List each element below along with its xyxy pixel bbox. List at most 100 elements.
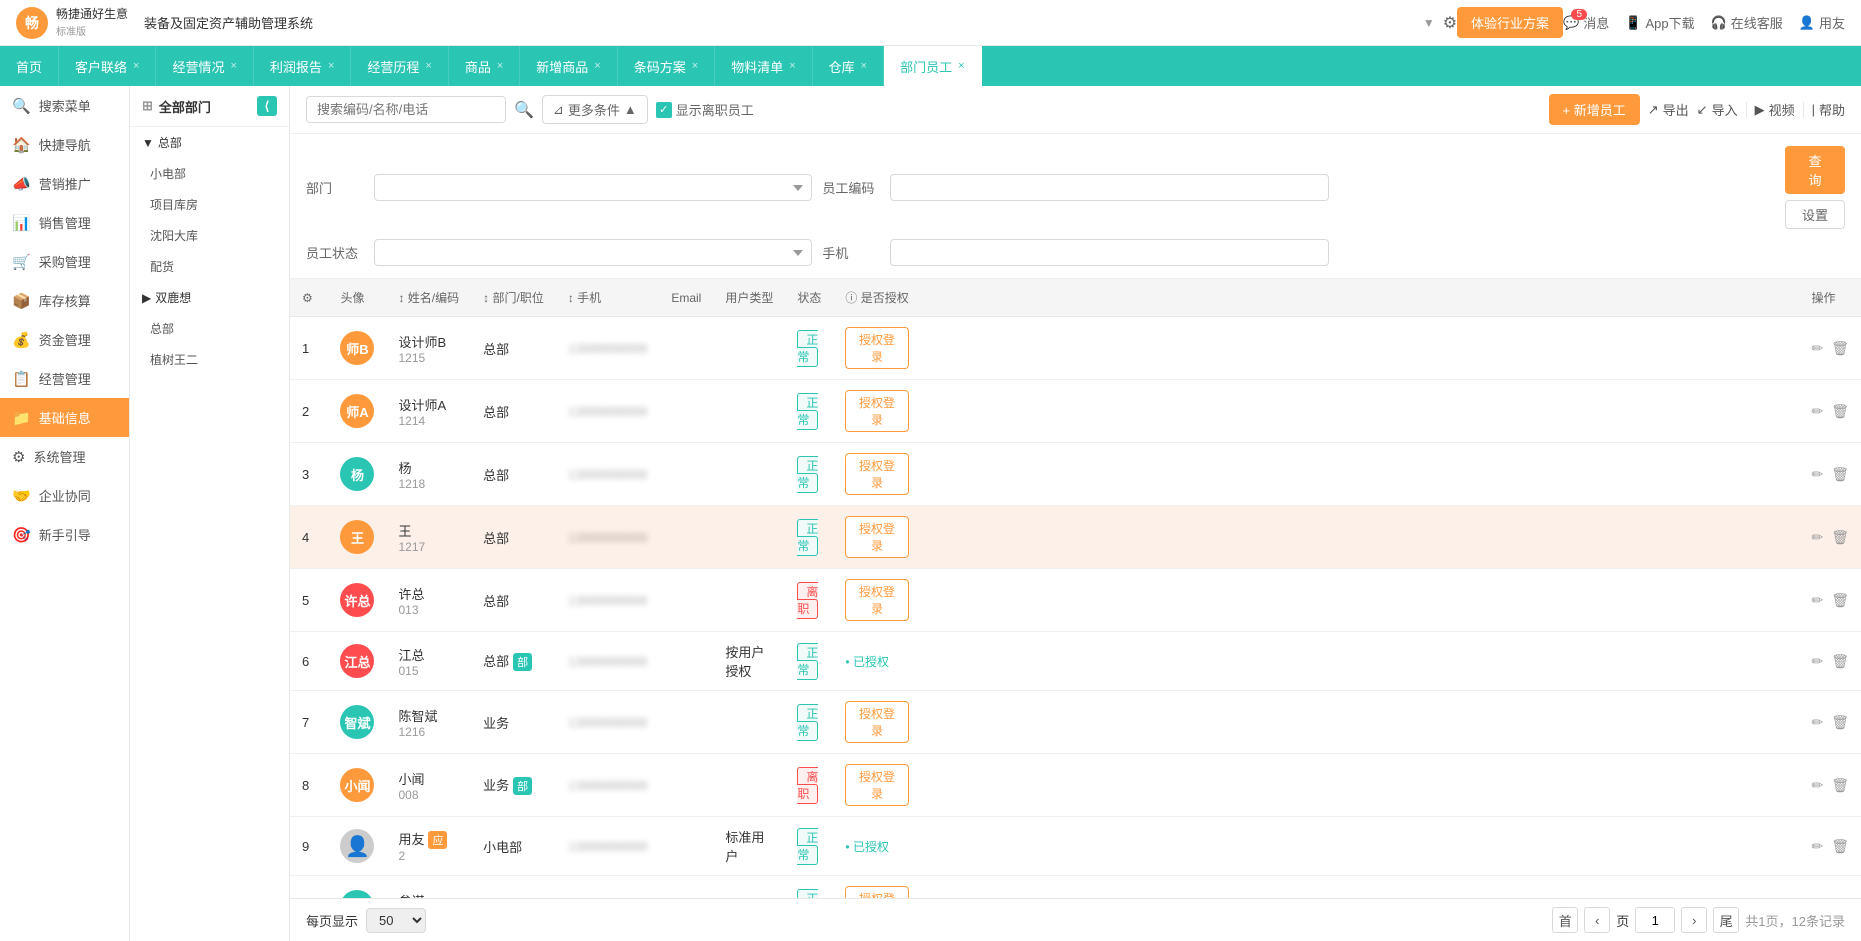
close-tab-bom[interactable]: × [789,60,795,72]
sidebar-item-system[interactable]: ⚙ 系统管理 [0,437,129,476]
query-button[interactable]: 查询 [1785,146,1845,194]
dept-item-xiaodian[interactable]: 小电部 [130,158,289,189]
delete-icon[interactable]: 🗑 [1831,340,1849,357]
edit-icon[interactable]: ✏ [1811,340,1823,357]
sidebar-item-sales[interactable]: 📊 销售管理 [0,203,129,242]
tab-operation[interactable]: 经营情况 × [156,46,253,86]
sidebar-item-marketing[interactable]: 📣 营销推广 [0,164,129,203]
search-input[interactable] [306,96,506,123]
gear-icon[interactable]: ⚙ [1443,13,1457,33]
edit-icon[interactable]: ✏ [1811,466,1823,483]
delete-icon[interactable]: 🗑 [1831,838,1849,855]
close-tab-customer[interactable]: × [133,60,139,72]
reset-button[interactable]: 设置 [1785,200,1845,229]
tab-barcode[interactable]: 条码方案 × [618,46,715,86]
col-name[interactable]: ↕ 姓名/编码 [386,279,471,317]
add-employee-button[interactable]: + 新增员工 [1549,94,1640,125]
sidebar-item-finance[interactable]: 💰 资金管理 [0,320,129,359]
show-resigned-toggle[interactable]: ✓ 显示离职员工 [656,100,754,119]
import-btn[interactable]: ↙ 导入 [1697,100,1738,119]
auth-login-btn[interactable]: 授权登录 [845,516,908,558]
export-btn[interactable]: ↗ 导出 [1648,100,1689,119]
tab-home[interactable]: 首页 [0,46,59,86]
close-tab-history[interactable]: × [425,60,431,72]
dept-item-zhishu[interactable]: 植树王二 [130,344,289,375]
dept-collapse-btn[interactable]: ⟨ [257,96,277,116]
messages-btn[interactable]: 💬 5 消息 [1563,13,1609,32]
app-download-btn[interactable]: 📱 App下载 [1625,13,1694,32]
page-size-select[interactable]: 50 100 200 [366,908,426,933]
help-btn[interactable]: | 帮助 [1812,100,1845,119]
user-btn[interactable]: 👤 用友 [1799,13,1845,32]
close-tab-goods[interactable]: × [497,60,503,72]
search-button[interactable]: 🔍 [514,100,534,120]
close-tab-operation[interactable]: × [230,60,236,72]
dept-item-project[interactable]: 项目库房 [130,189,289,220]
auth-login-btn[interactable]: 授权登录 [845,579,908,621]
tab-history[interactable]: 经营历程 × [351,46,448,86]
last-page-btn[interactable]: 尾 [1713,907,1739,933]
dept-item-zongbu2[interactable]: 总部 [130,313,289,344]
next-page-btn[interactable]: › [1681,907,1707,933]
auth-login-btn[interactable]: 授权登录 [845,886,908,898]
edit-icon[interactable]: ✏ [1811,403,1823,420]
online-service-btn[interactable]: 🎧 在线客服 [1711,13,1783,32]
resigned-checkbox[interactable]: ✓ [656,102,672,118]
dept-item-peihuo[interactable]: 配货 [130,251,289,282]
tab-profit[interactable]: 利润报告 × [254,46,351,86]
tab-employee[interactable]: 部门员工 × [884,46,981,86]
col-settings[interactable]: ⚙ [290,279,328,317]
phone-filter-input[interactable] [890,239,1328,266]
tab-new-goods[interactable]: 新增商品 × [520,46,617,86]
sidebar-item-purchase[interactable]: 🛒 采购管理 [0,242,129,281]
sidebar-item-basic[interactable]: 📁 基础信息 [0,398,129,437]
view-btn[interactable]: ▶ 视频 [1755,100,1795,119]
sidebar-item-search[interactable]: 🔍 搜索菜单 [0,86,129,125]
tab-goods[interactable]: 商品 × [449,46,520,86]
close-tab-new-goods[interactable]: × [594,60,600,72]
dept-item-zongbu-parent[interactable]: ▼ 总部 [130,127,289,158]
sidebar-item-collab[interactable]: 🤝 企业协同 [0,476,129,515]
edit-icon[interactable]: ✏ [1811,529,1823,546]
col-dept[interactable]: ↕ 部门/职位 [471,279,556,317]
delete-icon[interactable]: 🗑 [1831,714,1849,731]
close-tab-profit[interactable]: × [328,60,334,72]
sidebar-item-management[interactable]: 📋 经营管理 [0,359,129,398]
col-phone[interactable]: ↕ 手机 [556,279,660,317]
system-dropdown-btn[interactable]: ▼ [1423,16,1435,30]
prev-page-btn[interactable]: ‹ [1584,907,1610,933]
status-filter-select[interactable] [374,239,812,266]
dept-item-shenyang[interactable]: 沈阳大库 [130,220,289,251]
auth-login-btn[interactable]: 授权登录 [845,701,908,743]
more-filter-btn[interactable]: ⊿ 更多条件 ▲ [542,95,648,124]
first-page-btn[interactable]: 首 [1552,907,1578,933]
delete-icon[interactable]: 🗑 [1831,466,1849,483]
tab-customer[interactable]: 客户联络 × [59,46,156,86]
delete-icon[interactable]: 🗑 [1831,592,1849,609]
delete-icon[interactable]: 🗑 [1831,653,1849,670]
edit-icon[interactable]: ✏ [1811,592,1823,609]
close-tab-barcode[interactable]: × [692,60,698,72]
auth-login-btn[interactable]: 授权登录 [845,764,908,806]
auth-login-btn[interactable]: 授权登录 [845,453,908,495]
empcode-filter-input[interactable] [890,174,1328,201]
sidebar-item-guide[interactable]: 🎯 新手引导 [0,515,129,554]
sidebar-item-inventory[interactable]: 📦 库存核算 [0,281,129,320]
delete-icon[interactable]: 🗑 [1831,529,1849,546]
edit-icon[interactable]: ✏ [1811,653,1823,670]
sidebar-item-nav[interactable]: 🏠 快捷导航 [0,125,129,164]
tab-bom[interactable]: 物料清单 × [715,46,812,86]
close-tab-warehouse[interactable]: × [861,60,867,72]
edit-icon[interactable]: ✏ [1811,838,1823,855]
delete-icon[interactable]: 🗑 [1831,403,1849,420]
edit-icon[interactable]: ✏ [1811,714,1823,731]
auth-login-btn[interactable]: 授权登录 [845,390,908,432]
dept-filter-select[interactable] [374,174,812,201]
dept-item-shuangluxiang[interactable]: ▶ 双鹿想 [130,282,289,313]
close-tab-employee[interactable]: × [958,60,964,72]
page-input[interactable] [1635,907,1675,933]
auth-login-btn[interactable]: 授权登录 [845,327,908,369]
delete-icon[interactable]: 🗑 [1831,777,1849,794]
trial-button[interactable]: 体验行业方案 [1457,7,1563,38]
edit-icon[interactable]: ✏ [1811,777,1823,794]
